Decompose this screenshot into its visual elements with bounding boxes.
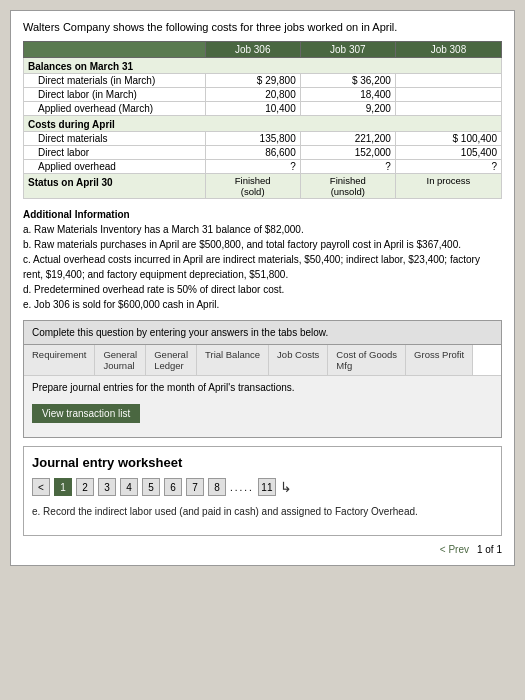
tab-general-ledger[interactable]: GeneralLedger: [146, 345, 197, 375]
tabs-row: Requirement GeneralJournal GeneralLedger…: [24, 345, 501, 376]
col-header-job306: Job 306: [205, 42, 300, 58]
journal-entry-desc: e. Record the indirect labor used (and p…: [32, 504, 493, 519]
nav-page-8[interactable]: 8: [208, 478, 226, 496]
journal-title: Journal entry worksheet: [32, 455, 493, 470]
j306-aoh-april: ?: [205, 160, 300, 174]
j308-dm-march: [395, 74, 501, 88]
j306-dl-march: 20,800: [205, 88, 300, 102]
cost-table: Job 306 Job 307 Job 308 Balances on Marc…: [23, 41, 502, 199]
tab-general-journal[interactable]: GeneralJournal: [95, 345, 146, 375]
row-direct-materials-march: Direct materials (in March): [24, 74, 206, 88]
tab-requirement[interactable]: Requirement: [24, 345, 95, 375]
prev-nav-btn[interactable]: <: [32, 478, 50, 496]
add-info-e: e. Job 306 is sold for $600,000 cash in …: [23, 297, 502, 312]
add-info-a: a. Raw Materials Inventory has a March 3…: [23, 222, 502, 237]
j307-aoh-april: ?: [300, 160, 395, 174]
col-header-empty: [24, 42, 206, 58]
bottom-nav: < Prev 1 of 1: [23, 544, 502, 555]
j306-dl-april: 86,600: [205, 146, 300, 160]
j308-dl-march: [395, 88, 501, 102]
j307-aoh-march: 9,200: [300, 102, 395, 116]
j307-dm-march: $ 36,200: [300, 74, 395, 88]
add-info-c: c. Actual overhead costs incurred in Apr…: [23, 252, 502, 282]
col-header-job307: Job 307: [300, 42, 395, 58]
tabs-body: Prepare journal entries for the month of…: [24, 376, 501, 437]
tabs-instruction: Complete this question by entering your …: [24, 321, 501, 345]
j308-aoh-april: ?: [395, 160, 501, 174]
tab-trial-balance[interactable]: Trial Balance: [197, 345, 269, 375]
j308-status: In process: [395, 174, 501, 199]
section-march31: Balances on March 31: [24, 58, 502, 74]
view-transaction-btn[interactable]: View transaction list: [32, 404, 140, 423]
j308-dl-april: 105,400: [395, 146, 501, 160]
prepare-label: Prepare journal entries for the month of…: [32, 382, 493, 393]
nav-page-7[interactable]: 7: [186, 478, 204, 496]
nav-page-2[interactable]: 2: [76, 478, 94, 496]
tab-job-costs[interactable]: Job Costs: [269, 345, 328, 375]
tab-cost-goods[interactable]: Cost of GoodsMfg: [328, 345, 406, 375]
nav-page-3[interactable]: 3: [98, 478, 116, 496]
j307-dm-april: 221,200: [300, 132, 395, 146]
row-direct-labor-march: Direct labor (in March): [24, 88, 206, 102]
j306-aoh-march: 10,400: [205, 102, 300, 116]
journal-section: Journal entry worksheet < 1 2 3 4 5 6 7 …: [23, 446, 502, 536]
j306-status: Finished(sold): [205, 174, 300, 199]
j307-status: Finished(unsold): [300, 174, 395, 199]
j306-dm-march: $ 29,800: [205, 74, 300, 88]
add-info-d: d. Predetermined overhead rate is 50% of…: [23, 282, 502, 297]
row-applied-oh-march: Applied overhead (March): [24, 102, 206, 116]
page-title: Walters Company shows the following cost…: [23, 21, 502, 33]
j308-dm-april: $ 100,400: [395, 132, 501, 146]
tabs-container: Complete this question by entering your …: [23, 320, 502, 438]
add-info-b: b. Raw materials purchases in April are …: [23, 237, 502, 252]
nav-page-4[interactable]: 4: [120, 478, 138, 496]
nav-page-1[interactable]: 1: [54, 478, 72, 496]
prev-btn[interactable]: < Prev: [440, 544, 469, 555]
nav-page-5[interactable]: 5: [142, 478, 160, 496]
j307-dl-march: 18,400: [300, 88, 395, 102]
next-nav-arrow[interactable]: ↳: [280, 479, 292, 495]
nav-dots: .....: [230, 482, 254, 493]
additional-info: Additional Information a. Raw Materials …: [23, 207, 502, 312]
col-header-job308: Job 308: [395, 42, 501, 58]
j308-aoh-march: [395, 102, 501, 116]
main-container: Walters Company shows the following cost…: [10, 10, 515, 566]
row-applied-oh-april: Applied overhead: [24, 160, 206, 174]
section-status: Status on April 30: [24, 174, 206, 199]
journal-nav: < 1 2 3 4 5 6 7 8 ..... 11 ↳: [32, 478, 493, 496]
page-indicator: 1 of 1: [477, 544, 502, 555]
j306-dm-april: 135,800: [205, 132, 300, 146]
nav-page-11[interactable]: 11: [258, 478, 276, 496]
nav-page-6[interactable]: 6: [164, 478, 182, 496]
section-april-costs: Costs during April: [24, 116, 502, 132]
tab-gross-profit[interactable]: Gross Profit: [406, 345, 473, 375]
add-info-title: Additional Information: [23, 207, 502, 222]
j307-dl-april: 152,000: [300, 146, 395, 160]
row-direct-labor-april: Direct labor: [24, 146, 206, 160]
row-direct-materials-april: Direct materials: [24, 132, 206, 146]
